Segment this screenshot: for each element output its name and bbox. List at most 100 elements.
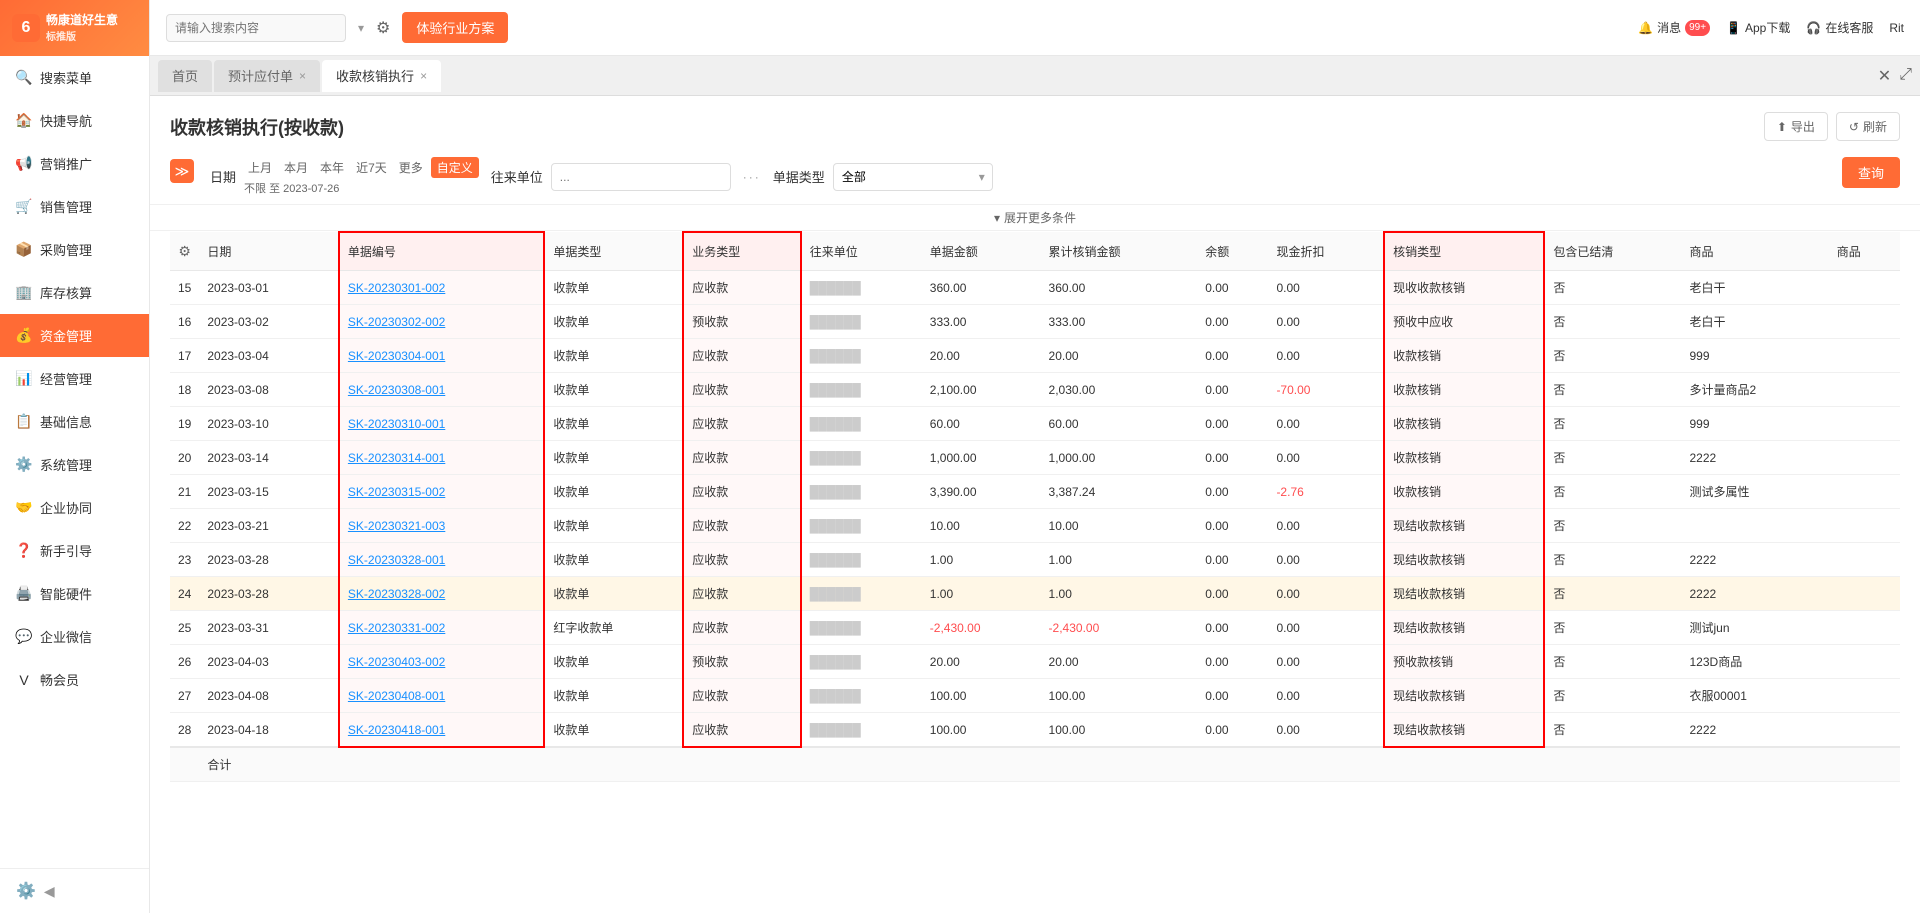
cell-canceltype: 现结收款核销	[1384, 611, 1544, 645]
cell-verified: 20.00	[1041, 645, 1198, 679]
tab-pre-order[interactable]: 预计应付单×	[214, 60, 320, 92]
sidebar-item-quick-nav[interactable]: 🏠快捷导航	[0, 99, 149, 142]
close-all-icon[interactable]: ✕	[1878, 66, 1891, 86]
table-row: 19 2023-03-10 SK-20230310-001 收款单 应收款 ██…	[170, 407, 1900, 441]
sidebar-item-member[interactable]: V畅会员	[0, 658, 149, 701]
column-settings-button[interactable]: ⚙	[178, 243, 191, 260]
docno-link[interactable]: SK-20230302-002	[348, 315, 445, 329]
messages-button[interactable]: 🔔 消息 99+	[1638, 19, 1710, 36]
cell-canceltype: 收款核销	[1384, 339, 1544, 373]
cell-docno: SK-20230301-002	[339, 271, 544, 305]
cell-settled: 否	[1544, 407, 1681, 441]
cell-discount: 0.00	[1268, 509, 1384, 543]
cell-settled: 否	[1544, 305, 1681, 339]
docno-link[interactable]: SK-20230331-002	[348, 621, 445, 635]
sidebar-icon-wechat: 💬	[16, 629, 32, 645]
page-header: 收款核销执行(按收款) ⬆ 导出 ↺ 刷新	[150, 96, 1920, 149]
export-button[interactable]: ⬆ 导出	[1764, 112, 1828, 141]
sidebar-item-basic[interactable]: 📋基础信息	[0, 400, 149, 443]
partner-input[interactable]	[551, 163, 731, 191]
sidebar-item-operation[interactable]: 📊经营管理	[0, 357, 149, 400]
docno-link[interactable]: SK-20230328-002	[348, 587, 445, 601]
sidebar-item-search[interactable]: 🔍搜索菜单	[0, 56, 149, 99]
industry-solution-button[interactable]: 体验行业方案	[402, 12, 508, 43]
sidebar-item-purchase[interactable]: 📦采购管理	[0, 228, 149, 271]
docno-link[interactable]: SK-20230301-002	[348, 281, 445, 295]
th-date: 日期	[199, 232, 339, 271]
cell-partner: ██████	[801, 577, 922, 611]
cell-balance: 0.00	[1197, 713, 1268, 748]
tab-close-receipt-exec[interactable]: ×	[420, 69, 427, 83]
user-name[interactable]: Rit	[1889, 21, 1904, 35]
collapse-icon[interactable]: ◀	[44, 883, 55, 900]
docno-link[interactable]: SK-20230403-002	[348, 655, 445, 669]
cell-seq: 20	[170, 441, 199, 475]
cell-settled: 否	[1544, 713, 1681, 748]
search-input[interactable]	[166, 14, 346, 42]
sidebar-item-finance[interactable]: 💰资金管理	[0, 314, 149, 357]
docno-link[interactable]: SK-20230328-001	[348, 553, 445, 567]
date-this-year[interactable]: 本年	[316, 157, 348, 178]
filter-toggle-button[interactable]: ≫	[170, 159, 194, 183]
receipt-type-select[interactable]: 全部 收款单 红字收款单	[833, 163, 993, 191]
sidebar-icon-hardware: 🖨️	[16, 586, 32, 602]
sidebar-item-corp[interactable]: 🤝企业协同	[0, 486, 149, 529]
query-button-2[interactable]: 查询	[1842, 157, 1900, 188]
date-custom-button[interactable]: 自定义	[431, 157, 479, 178]
cell-seq: 22	[170, 509, 199, 543]
th-biztype: 业务类型	[683, 232, 801, 271]
date-7-days[interactable]: 近7天	[352, 157, 391, 178]
sidebar-item-guide[interactable]: ❓新手引导	[0, 529, 149, 572]
docno-link[interactable]: SK-20230308-001	[348, 383, 445, 397]
sidebar-item-hardware[interactable]: 🖨️智能硬件	[0, 572, 149, 615]
online-service-button[interactable]: 🎧 在线客服	[1806, 19, 1873, 36]
tab-home[interactable]: 首页	[158, 60, 212, 92]
expand-icon[interactable]: ⤢	[1899, 66, 1912, 86]
settings-icon[interactable]: ⚙️	[16, 881, 36, 901]
sidebar-item-sales[interactable]: 🛒销售管理	[0, 185, 149, 228]
top-header: ▾ ⚙ 体验行业方案 🔔 消息 99+ 📱 App下载 🎧 在线客服 Rit	[150, 0, 1920, 56]
tab-receipt-exec[interactable]: 收款核销执行×	[322, 60, 441, 92]
sidebar-item-wechat[interactable]: 💬企业微信	[0, 615, 149, 658]
cell-canceltype: 现结收款核销	[1384, 577, 1544, 611]
date-last-month[interactable]: 上月	[244, 157, 276, 178]
cell-partner: ██████	[801, 645, 922, 679]
docno-link[interactable]: SK-20230314-001	[348, 451, 445, 465]
sidebar-item-inventory[interactable]: 🏢库存核算	[0, 271, 149, 314]
docno-link[interactable]: SK-20230304-001	[348, 349, 445, 363]
cell-goods: 多计量商品2	[1682, 373, 1829, 407]
date-more[interactable]: 更多	[395, 157, 427, 178]
cell-biztype: 应收款	[683, 407, 801, 441]
docno-link[interactable]: SK-20230310-001	[348, 417, 445, 431]
cell-partner: ██████	[801, 679, 922, 713]
sidebar-item-system[interactable]: ⚙️系统管理	[0, 443, 149, 486]
cell-balance: 0.00	[1197, 679, 1268, 713]
sidebar-icon-inventory: 🏢	[16, 285, 32, 301]
cell-canceltype: 收款核销	[1384, 407, 1544, 441]
tab-close-pre-order[interactable]: ×	[299, 69, 306, 83]
cell-verified: 3,387.24	[1041, 475, 1198, 509]
date-buttons: 上月 本月 本年 近7天 更多 自定义	[244, 157, 479, 178]
app-download-button[interactable]: 📱 App下载	[1726, 19, 1790, 36]
cell-docno: SK-20230314-001	[339, 441, 544, 475]
th-goods2: 商品	[1829, 232, 1900, 271]
docno-link[interactable]: SK-20230315-002	[348, 485, 445, 499]
refresh-button[interactable]: ↺ 刷新	[1836, 112, 1900, 141]
cell-canceltype: 收款核销	[1384, 441, 1544, 475]
cell-docno: SK-20230331-002	[339, 611, 544, 645]
cell-verified: 20.00	[1041, 339, 1198, 373]
expand-more-button[interactable]: ▾ 展开更多条件	[994, 209, 1076, 226]
cell-verified: 1,000.00	[1041, 441, 1198, 475]
docno-link[interactable]: SK-20230418-001	[348, 723, 445, 737]
gear-icon[interactable]: ⚙	[376, 18, 390, 38]
sidebar-icon-finance: 💰	[16, 328, 32, 344]
docno-link[interactable]: SK-20230408-001	[348, 689, 445, 703]
docno-link[interactable]: SK-20230321-003	[348, 519, 445, 533]
table-row: 28 2023-04-18 SK-20230418-001 收款单 应收款 ██…	[170, 713, 1900, 748]
cell-verified: 100.00	[1041, 679, 1198, 713]
sidebar-item-marketing[interactable]: 📢营销推广	[0, 142, 149, 185]
cell-verified: 10.00	[1041, 509, 1198, 543]
date-this-month[interactable]: 本月	[280, 157, 312, 178]
page-title: 收款核销执行(按收款)	[170, 114, 344, 140]
cell-goods2	[1829, 475, 1900, 509]
